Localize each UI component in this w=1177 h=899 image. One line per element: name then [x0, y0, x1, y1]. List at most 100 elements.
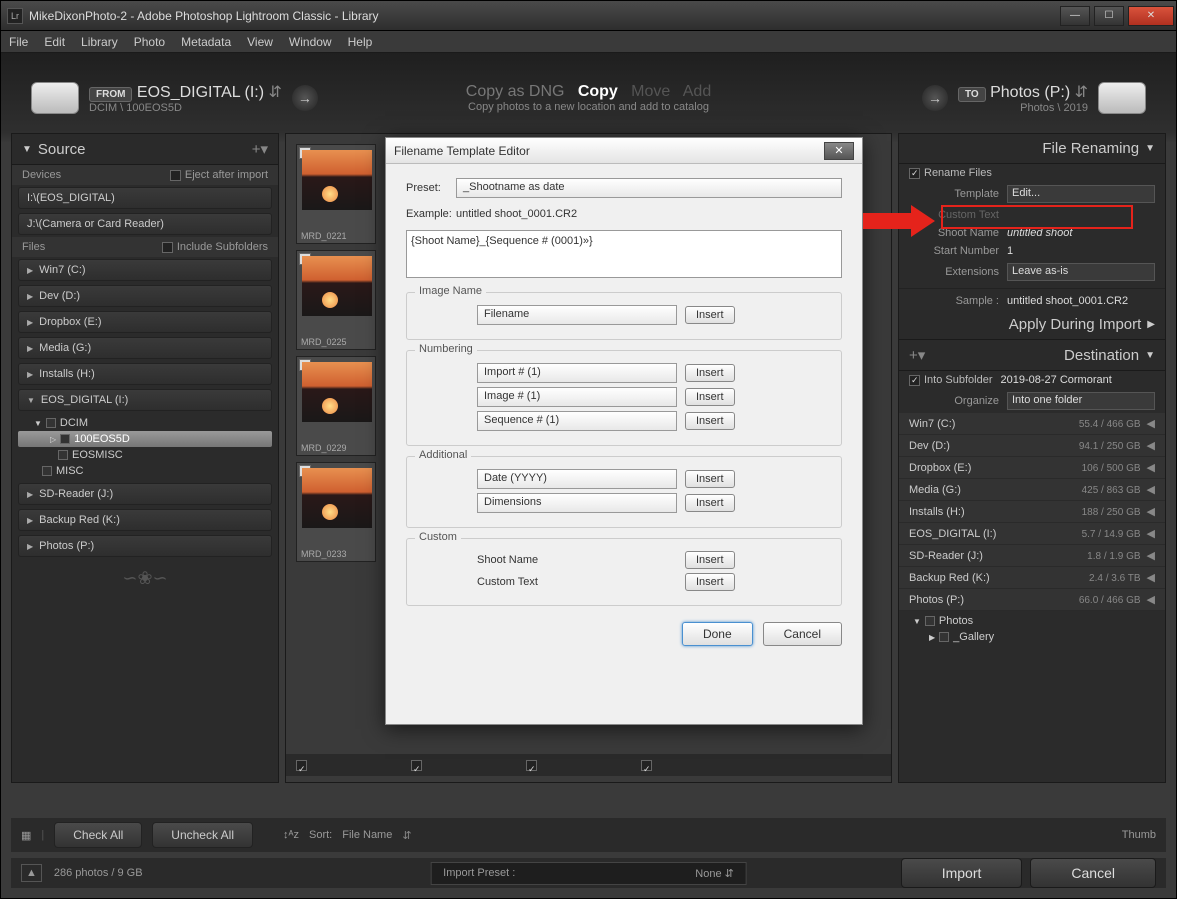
destination-drive[interactable]: Dev (D:)94.1 / 250 GB◀: [899, 435, 1165, 457]
destination-drive[interactable]: SD-Reader (J:)1.8 / 1.9 GB◀: [899, 545, 1165, 567]
annotation-arrow-icon: [863, 205, 943, 235]
insert-button[interactable]: Insert: [685, 551, 735, 569]
drive-item[interactable]: ▶Photos (P:): [18, 535, 272, 557]
mode-move[interactable]: Move: [631, 83, 670, 100]
start-number-input[interactable]: 1: [1007, 245, 1155, 257]
preset-select[interactable]: _Shootname as date: [456, 178, 842, 198]
row-checkbox[interactable]: [296, 760, 307, 771]
ornament-icon: ∽❀∽: [12, 563, 278, 593]
uncheck-all-button[interactable]: Uncheck All: [152, 822, 253, 848]
image-number-select[interactable]: Image # (1): [477, 387, 677, 407]
device-item[interactable]: J:\(Camera or Card Reader): [18, 213, 272, 235]
destination-drive[interactable]: Win7 (C:)55.4 / 466 GB◀: [899, 413, 1165, 435]
maximize-button[interactable]: ☐: [1094, 6, 1124, 26]
drive-item[interactable]: ▶Win7 (C:): [18, 259, 272, 281]
dialog-close-button[interactable]: ✕: [824, 142, 854, 160]
extensions-select[interactable]: Leave as-is: [1007, 263, 1155, 281]
mode-add[interactable]: Add: [683, 83, 711, 100]
files-header: FilesInclude Subfolders: [12, 237, 278, 257]
drive-item[interactable]: ▼EOS_DIGITAL (I:): [18, 389, 272, 411]
destination-drive[interactable]: Backup Red (K:)2.4 / 3.6 TB◀: [899, 567, 1165, 589]
organize-select[interactable]: Into one folder: [1007, 392, 1155, 410]
drive-item[interactable]: ▶Dev (D:): [18, 285, 272, 307]
cancel-button[interactable]: Cancel: [763, 622, 842, 646]
thumbnail[interactable]: MRD_0221: [296, 144, 376, 244]
folder-selected[interactable]: 100EOS5D: [74, 433, 130, 445]
destination-drive[interactable]: Installs (H:)188 / 250 GB◀: [899, 501, 1165, 523]
grid-toolbar: ▦ | Check All Uncheck All ↕ᴬᴢ Sort: File…: [11, 818, 1166, 852]
destination-header[interactable]: +▾Destination▼: [899, 340, 1165, 371]
import-number-select[interactable]: Import # (1): [477, 363, 677, 383]
cancel-button[interactable]: Cancel: [1030, 858, 1156, 888]
thumbnail[interactable]: MRD_0233: [296, 462, 376, 562]
menu-library[interactable]: Library: [81, 35, 118, 49]
file-renaming-header[interactable]: File Renaming▼: [899, 134, 1165, 164]
menu-file[interactable]: File: [9, 35, 28, 49]
device-item[interactable]: I:\(EOS_DIGITAL): [18, 187, 272, 209]
to-arrow-button[interactable]: →: [922, 85, 948, 111]
from-arrow-button[interactable]: →: [292, 85, 318, 111]
drive-item[interactable]: ▶Backup Red (K:): [18, 509, 272, 531]
destination-drive[interactable]: Photos (P:)66.0 / 466 GB◀: [899, 589, 1165, 611]
drive-item[interactable]: ▶Installs (H:): [18, 363, 272, 385]
drive-item[interactable]: ▶Dropbox (E:): [18, 311, 272, 333]
rename-checkbox[interactable]: [909, 168, 920, 179]
sort-select[interactable]: File Name: [342, 829, 392, 841]
to-dest[interactable]: Photos (P:): [990, 84, 1070, 101]
minimize-button[interactable]: —: [1060, 6, 1090, 26]
check-all-button[interactable]: Check All: [54, 822, 142, 848]
menu-metadata[interactable]: Metadata: [181, 35, 231, 49]
row-checkbox[interactable]: [641, 760, 652, 771]
menu-photo[interactable]: Photo: [134, 35, 165, 49]
sequence-number-select[interactable]: Sequence # (1): [477, 411, 677, 431]
insert-button[interactable]: Insert: [685, 412, 735, 430]
date-select[interactable]: Date (YYYY): [477, 469, 677, 489]
source-header[interactable]: ▼Source+▾: [12, 134, 278, 165]
insert-button[interactable]: Insert: [685, 573, 735, 591]
folder-icon: [60, 434, 70, 444]
sort-icon[interactable]: ↕ᴬᴢ: [283, 829, 299, 841]
from-source[interactable]: EOS_DIGITAL (I:): [137, 84, 264, 101]
drive-item[interactable]: ▶Media (G:): [18, 337, 272, 359]
menu-window[interactable]: Window: [289, 35, 332, 49]
eject-checkbox[interactable]: [170, 170, 181, 181]
subfolders-checkbox[interactable]: [162, 242, 173, 253]
filename-select[interactable]: Filename: [477, 305, 677, 325]
insert-button[interactable]: Insert: [685, 364, 735, 382]
template-select[interactable]: Edit...: [1007, 185, 1155, 203]
drive-item[interactable]: ▶SD-Reader (J:): [18, 483, 272, 505]
destination-drive[interactable]: Media (G:)425 / 863 GB◀: [899, 479, 1165, 501]
insert-button[interactable]: Insert: [685, 306, 735, 324]
row-checkbox[interactable]: [411, 760, 422, 771]
menu-view[interactable]: View: [247, 35, 273, 49]
dimensions-select[interactable]: Dimensions: [477, 493, 677, 513]
folder-icon: [925, 616, 935, 626]
expand-icon[interactable]: ▲: [21, 864, 42, 882]
thumbnail[interactable]: MRD_0225: [296, 250, 376, 350]
done-button[interactable]: Done: [682, 622, 753, 646]
menu-help[interactable]: Help: [348, 35, 373, 49]
insert-button[interactable]: Insert: [685, 388, 735, 406]
insert-button[interactable]: Insert: [685, 494, 735, 512]
menu-edit[interactable]: Edit: [44, 35, 65, 49]
thumbnail[interactable]: MRD_0229: [296, 356, 376, 456]
row-checkbox[interactable]: [526, 760, 537, 771]
close-button[interactable]: ✕: [1128, 6, 1174, 26]
import-preset[interactable]: Import Preset :None ⇵: [430, 862, 747, 885]
folder-icon: [939, 632, 949, 642]
titlebar[interactable]: Lr MikeDixonPhoto-2 - Adobe Photoshop Li…: [1, 1, 1176, 31]
subfolder-input[interactable]: 2019-08-27 Cormorant: [1001, 374, 1156, 386]
destination-drive[interactable]: EOS_DIGITAL (I:)5.7 / 14.9 GB◀: [899, 523, 1165, 545]
grid-view-icon[interactable]: ▦: [21, 829, 31, 842]
import-button[interactable]: Import: [901, 858, 1023, 888]
template-textarea[interactable]: {Shoot Name}_{Sequence # (0001)»}: [406, 230, 842, 278]
menubar: File Edit Library Photo Metadata View Wi…: [1, 31, 1176, 53]
import-bar: FROM EOS_DIGITAL (I:) ⇵ DCIM \ 100EOS5D …: [11, 63, 1166, 133]
mode-dng[interactable]: Copy as DNG: [466, 83, 565, 100]
destination-drive[interactable]: Dropbox (E:)106 / 500 GB◀: [899, 457, 1165, 479]
insert-button[interactable]: Insert: [685, 470, 735, 488]
subfolder-checkbox[interactable]: [909, 375, 920, 386]
dialog-titlebar[interactable]: Filename Template Editor ✕: [386, 138, 862, 164]
apply-during-import-header[interactable]: Apply During Import▶: [899, 310, 1165, 340]
mode-copy[interactable]: Copy: [578, 83, 618, 100]
